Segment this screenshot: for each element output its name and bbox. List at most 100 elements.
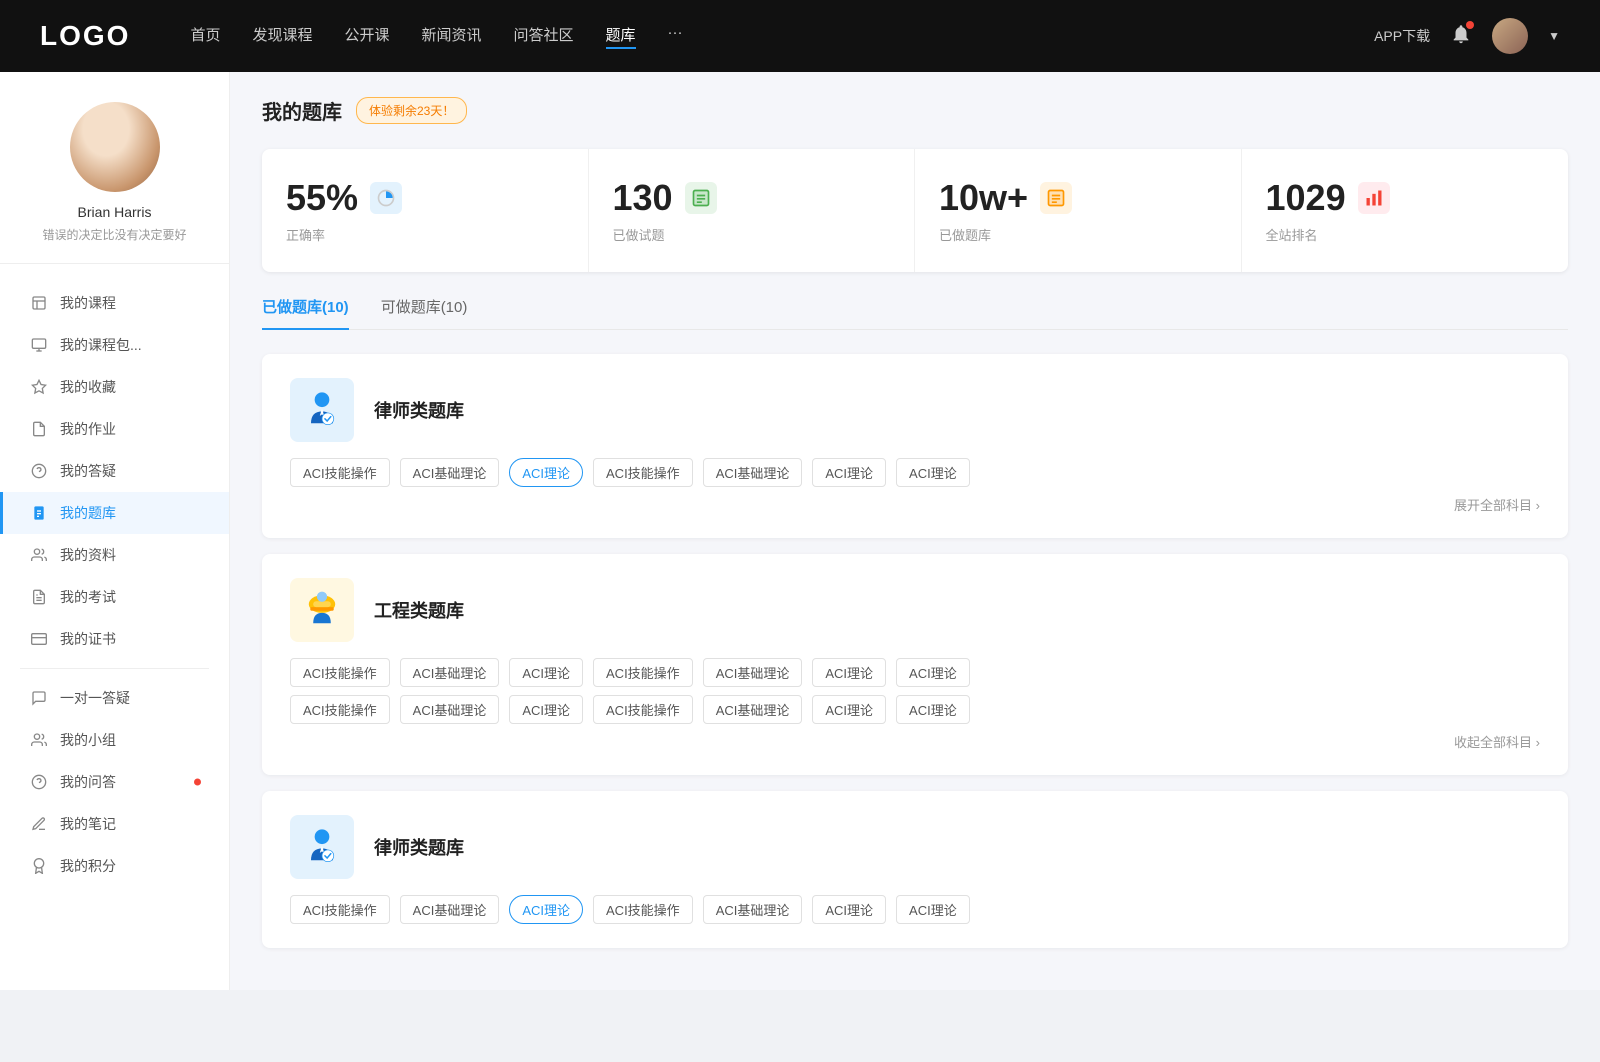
eng-tag-5[interactable]: ACI理论 [812, 658, 886, 687]
l2-tag-6[interactable]: ACI理论 [896, 895, 970, 924]
eng-tag-r2-0[interactable]: ACI技能操作 [290, 695, 390, 724]
sidebar-item-my-profile[interactable]: 我的资料 [0, 534, 229, 576]
sidebar-item-my-notes[interactable]: 我的笔记 [0, 803, 229, 845]
sidebar-item-my-cert[interactable]: 我的证书 [0, 618, 229, 660]
sidebar-item-my-collect[interactable]: 我的收藏 [0, 366, 229, 408]
sidebar-item-my-package[interactable]: 我的课程包... [0, 324, 229, 366]
sidebar-item-my-exam[interactable]: 我的考试 [0, 576, 229, 618]
nav-qa[interactable]: 问答社区 [514, 24, 574, 49]
l2-tag-2[interactable]: ACI理论 [509, 895, 583, 924]
stat-banks-label: 已做题库 [939, 225, 1217, 244]
sidebar-item-my-homework[interactable]: 我的作业 [0, 408, 229, 450]
tag-row-engineer-1b: ACI技能操作 ACI基础理论 ACI理论 ACI技能操作 ACI基础理论 AC… [290, 695, 1540, 724]
notification-bell[interactable] [1450, 23, 1472, 50]
lawyer-icon-1 [290, 378, 354, 442]
qa-icon [30, 462, 48, 480]
eng-tag-1[interactable]: ACI基础理论 [400, 658, 500, 687]
tag-2[interactable]: ACI理论 [509, 458, 583, 487]
lawyer-icon-2 [290, 815, 354, 879]
nav-more[interactable]: ··· [668, 24, 683, 49]
tab-todo[interactable]: 可做题库(10) [381, 296, 468, 329]
nav-news[interactable]: 新闻资讯 [422, 24, 482, 49]
eng-tag-r2-5[interactable]: ACI理论 [812, 695, 886, 724]
question-icon [30, 773, 48, 791]
nav-home[interactable]: 首页 [190, 24, 220, 49]
eng-tag-3[interactable]: ACI技能操作 [593, 658, 693, 687]
course-icon [30, 294, 48, 312]
sidebar-item-my-question[interactable]: 我的问答 [0, 761, 229, 803]
stat-done-banks: 10w+ 已做题库 [915, 149, 1242, 272]
done-banks-icon [1040, 182, 1072, 214]
points-icon [30, 857, 48, 875]
profile-name: Brian Harris [20, 204, 209, 220]
user-menu-chevron[interactable]: ▼ [1548, 29, 1560, 43]
stat-rank-label: 全站排名 [1266, 225, 1545, 244]
nav-links: 首页 发现课程 公开课 新闻资讯 问答社区 题库 ··· [190, 24, 1374, 49]
sidebar-divider-1 [20, 668, 209, 669]
user-avatar[interactable] [1492, 18, 1528, 54]
sidebar-profile: Brian Harris 错误的决定比没有决定要好 [0, 102, 229, 264]
tag-3[interactable]: ACI技能操作 [593, 458, 693, 487]
profile-icon [30, 546, 48, 564]
done-questions-icon [685, 182, 717, 214]
bank-card-engineer-1: 工程类题库 ACI技能操作 ACI基础理论 ACI理论 ACI技能操作 ACI基… [262, 554, 1568, 775]
eng-tag-2[interactable]: ACI理论 [509, 658, 583, 687]
tab-row: 已做题库(10) 可做题库(10) [262, 296, 1568, 330]
stat-done-label: 已做试题 [613, 225, 891, 244]
bank-card-lawyer-1: 律师类题库 ACI技能操作 ACI基础理论 ACI理论 ACI技能操作 ACI基… [262, 354, 1568, 538]
sidebar-item-my-qbank[interactable]: 我的题库 [0, 492, 229, 534]
page-header: 我的题库 体验剩余23天！ [262, 96, 1568, 125]
accuracy-icon [370, 182, 402, 214]
eng-tag-r2-3[interactable]: ACI技能操作 [593, 695, 693, 724]
l2-tag-0[interactable]: ACI技能操作 [290, 895, 390, 924]
app-download[interactable]: APP下载 [1374, 26, 1430, 46]
eng-tag-0[interactable]: ACI技能操作 [290, 658, 390, 687]
tag-0[interactable]: ACI技能操作 [290, 458, 390, 487]
expand-lawyer-1[interactable]: 展开全部科目 › [290, 495, 1540, 514]
main-content: 我的题库 体验剩余23天！ 55% 正确率 130 [230, 72, 1600, 990]
rank-icon [1358, 182, 1390, 214]
eng-tag-r2-1[interactable]: ACI基础理论 [400, 695, 500, 724]
sidebar-item-one-on-one[interactable]: 一对一答疑 [0, 677, 229, 719]
navbar: LOGO 首页 发现课程 公开课 新闻资讯 问答社区 题库 ··· APP下载 … [0, 0, 1600, 72]
l2-tag-5[interactable]: ACI理论 [812, 895, 886, 924]
star-icon [30, 378, 48, 396]
bank-card-lawyer-2: 律师类题库 ACI技能操作 ACI基础理论 ACI理论 ACI技能操作 ACI基… [262, 791, 1568, 948]
sidebar-item-my-qa[interactable]: 我的答疑 [0, 450, 229, 492]
bank-title-lawyer-1: 律师类题库 [374, 397, 464, 423]
tag-row-lawyer-2: ACI技能操作 ACI基础理论 ACI理论 ACI技能操作 ACI基础理论 AC… [290, 895, 1540, 924]
nav-open[interactable]: 公开课 [344, 24, 389, 49]
homework-icon [30, 420, 48, 438]
eng-tag-r2-4[interactable]: ACI基础理论 [703, 695, 803, 724]
tag-4[interactable]: ACI基础理论 [703, 458, 803, 487]
page-title: 我的题库 [262, 96, 342, 125]
eng-tag-r2-2[interactable]: ACI理论 [509, 695, 583, 724]
stat-accuracy: 55% 正确率 [262, 149, 589, 272]
stat-done-value: 130 [613, 177, 673, 219]
nav-qbank[interactable]: 题库 [606, 24, 636, 49]
exam-icon [30, 588, 48, 606]
tag-5[interactable]: ACI理论 [812, 458, 886, 487]
bank-title-engineer-1: 工程类题库 [374, 597, 464, 623]
l2-tag-1[interactable]: ACI基础理论 [400, 895, 500, 924]
nav-discover[interactable]: 发现课程 [252, 24, 312, 49]
stat-banks-value: 10w+ [939, 177, 1028, 219]
tag-1[interactable]: ACI基础理论 [400, 458, 500, 487]
qbank-icon [30, 504, 48, 522]
expand-engineer-1[interactable]: 收起全部科目 › [290, 732, 1540, 751]
l2-tag-3[interactable]: ACI技能操作 [593, 895, 693, 924]
sidebar-item-my-points[interactable]: 我的积分 [0, 845, 229, 887]
eng-tag-r2-6[interactable]: ACI理论 [896, 695, 970, 724]
trial-badge: 体验剩余23天！ [356, 97, 467, 124]
tag-6[interactable]: ACI理论 [896, 458, 970, 487]
cert-icon [30, 630, 48, 648]
eng-tag-4[interactable]: ACI基础理论 [703, 658, 803, 687]
nav-right: APP下载 ▼ [1374, 18, 1560, 54]
eng-tag-6[interactable]: ACI理论 [896, 658, 970, 687]
sidebar-item-my-course[interactable]: 我的课程 [0, 282, 229, 324]
sidebar-item-my-group[interactable]: 我的小组 [0, 719, 229, 761]
avatar [70, 102, 160, 192]
stat-accuracy-label: 正确率 [286, 225, 564, 244]
tab-done[interactable]: 已做题库(10) [262, 296, 349, 329]
l2-tag-4[interactable]: ACI基础理论 [703, 895, 803, 924]
